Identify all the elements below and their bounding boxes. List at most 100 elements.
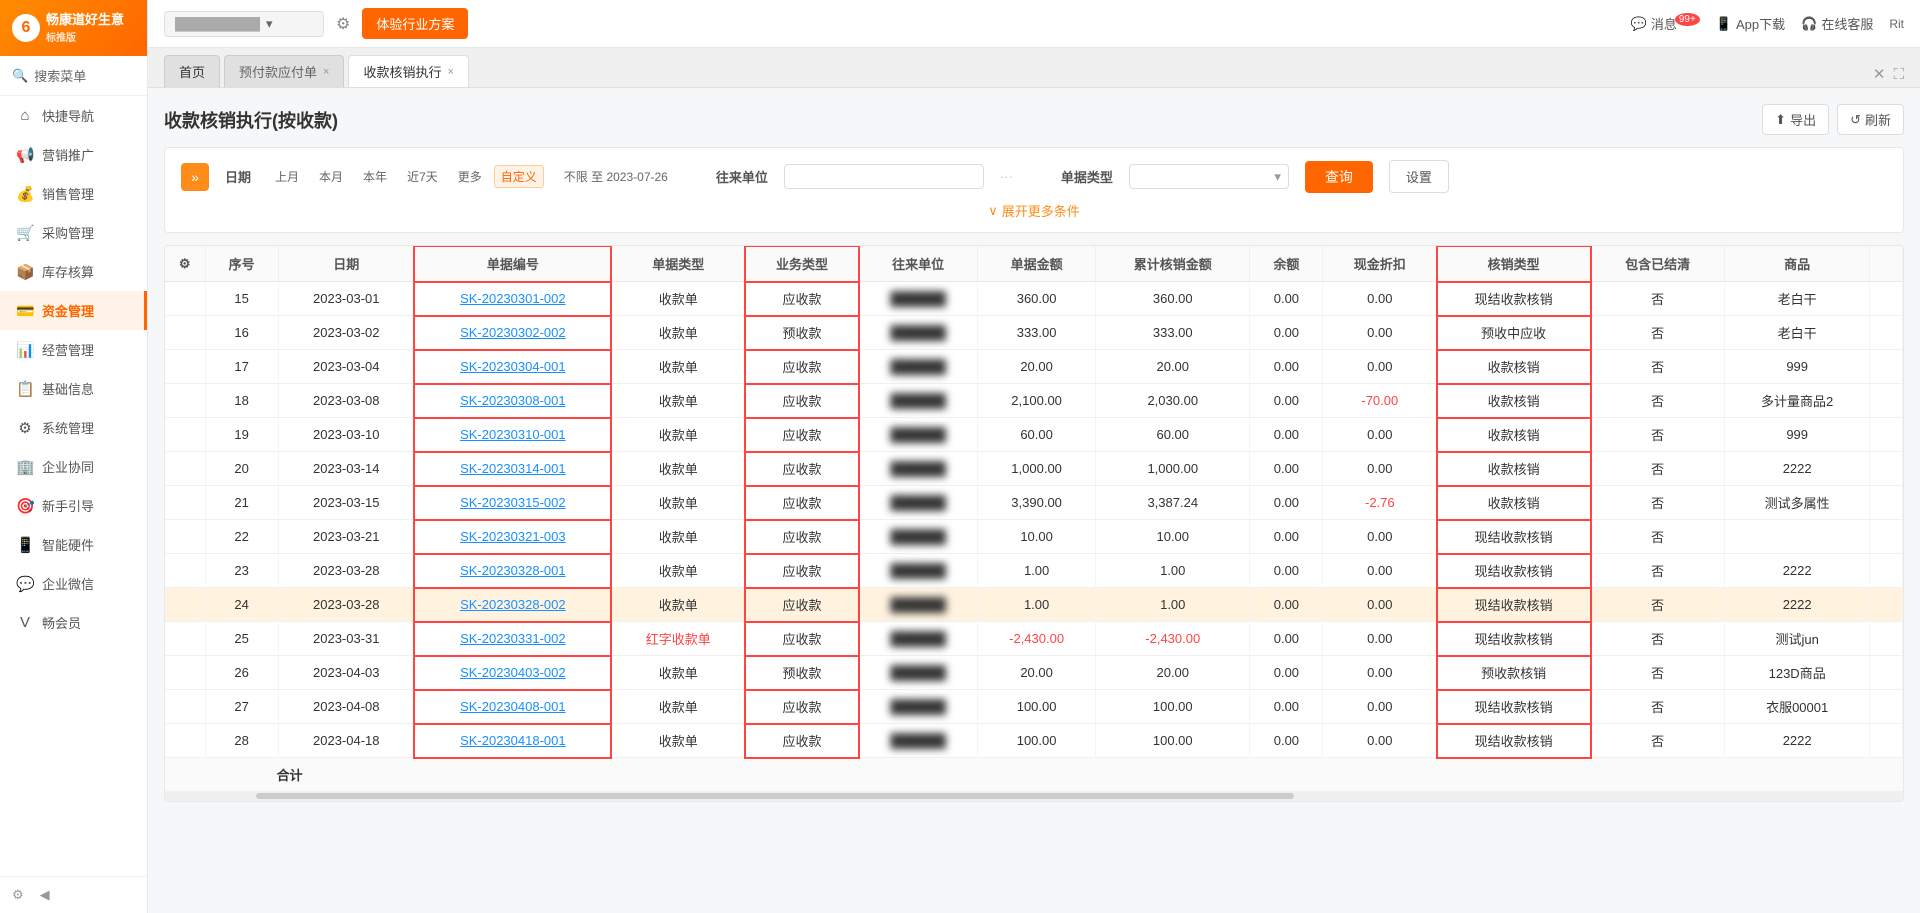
td-bill-no[interactable]: SK-20230331-002: [414, 622, 611, 656]
td-include-settled: 否: [1591, 316, 1725, 350]
td-bill-no[interactable]: SK-20230328-001: [414, 554, 611, 588]
tab-prepay[interactable]: 预付款应付单 ×: [224, 55, 344, 87]
th-biz-type[interactable]: 业务类型: [745, 246, 859, 282]
td-balance: 0.00: [1250, 350, 1323, 384]
sidebar-item-system[interactable]: ⚙ 系统管理: [0, 408, 147, 447]
th-partner[interactable]: 往来单位: [859, 246, 978, 282]
app-download-action[interactable]: 📱 App下载: [1716, 14, 1785, 33]
query-button[interactable]: 查询: [1305, 161, 1373, 193]
td-partner: ██████: [859, 418, 978, 452]
td-no: 18: [205, 384, 278, 418]
td-write-off-type: 现结收款核销: [1437, 282, 1591, 316]
th-amount[interactable]: 单据金额: [978, 246, 1096, 282]
sidebar-item-hardware[interactable]: 📱 智能硬件: [0, 525, 147, 564]
sidebar-item-wechat[interactable]: 💬 企业微信: [0, 564, 147, 603]
table-scrollbar[interactable]: [165, 791, 1903, 801]
sidebar-item-label: 库存核算: [42, 262, 94, 281]
sidebar-item-finance[interactable]: 💳 资金管理: [0, 291, 147, 330]
settings-icon[interactable]: ⚙: [12, 887, 24, 903]
td-bill-no[interactable]: SK-20230301-002: [414, 282, 611, 316]
th-write-off-type[interactable]: 核销类型: [1437, 246, 1591, 282]
sidebar-item-sales[interactable]: 💰 销售管理: [0, 174, 147, 213]
th-cash-discount[interactable]: 现金折扣: [1323, 246, 1437, 282]
prepay-tab-close[interactable]: ×: [323, 66, 329, 78]
online-service-action[interactable]: 🎧 在线客服: [1801, 14, 1873, 33]
td-bill-no[interactable]: SK-20230308-001: [414, 384, 611, 418]
search-menu[interactable]: 🔍 搜索菜单: [0, 56, 147, 96]
th-date[interactable]: 日期: [278, 246, 414, 282]
td-partner: ██████: [859, 384, 978, 418]
date-range-display: 不限 至 2023-07-26: [564, 168, 668, 185]
date-opt-more[interactable]: 更多: [450, 165, 490, 188]
sidebar-item-guide[interactable]: 🎯 新手引导: [0, 486, 147, 525]
th-goods[interactable]: 商品: [1725, 246, 1870, 282]
filter-expand[interactable]: ∨ 展开更多条件: [181, 201, 1887, 220]
td-balance: 0.00: [1250, 622, 1323, 656]
gear-icon[interactable]: ⚙: [336, 14, 350, 34]
collapse-icon[interactable]: ◀: [40, 887, 50, 903]
td-write-off-type: 现结收款核销: [1437, 690, 1591, 724]
table-footer: 合计: [165, 758, 1903, 792]
collect-tab-close[interactable]: ×: [447, 66, 453, 78]
partner-input[interactable]: [784, 164, 984, 189]
sidebar-item-basic[interactable]: 📋 基础信息: [0, 369, 147, 408]
td-goods: 老白干: [1725, 316, 1870, 350]
scrollbar-thumb[interactable]: [256, 793, 1294, 799]
td-bill-no[interactable]: SK-20230408-001: [414, 690, 611, 724]
sidebar-item-inventory[interactable]: 📦 库存核算: [0, 252, 147, 291]
refresh-button[interactable]: ↺ 刷新: [1837, 104, 1904, 135]
td-bill-no[interactable]: SK-20230310-001: [414, 418, 611, 452]
td-bill-type: 收款单: [611, 554, 745, 588]
th-include-settled[interactable]: 包含已结清: [1591, 246, 1725, 282]
bill-type-select[interactable]: [1129, 164, 1289, 189]
content-area: 收款核销执行(按收款) ⬆ 导出 ↺ 刷新 » 日期 上月 本月: [148, 88, 1920, 913]
close-all-icon[interactable]: ✕: [1873, 65, 1886, 83]
sidebar-item-corp[interactable]: 🏢 企业协同: [0, 447, 147, 486]
td-bill-no[interactable]: SK-20230321-003: [414, 520, 611, 554]
th-bill-no[interactable]: 单据编号: [414, 246, 611, 282]
maximize-icon[interactable]: ⛶: [1893, 66, 1904, 83]
logo-icon: 6: [12, 14, 40, 42]
settings-button[interactable]: 设置: [1389, 160, 1449, 193]
filter-toggle[interactable]: »: [181, 163, 209, 191]
td-amount: 1.00: [978, 588, 1096, 622]
td-bill-no[interactable]: SK-20230302-002: [414, 316, 611, 350]
date-opt-custom[interactable]: 自定义: [494, 165, 544, 188]
sidebar-item-quick-nav[interactable]: ⌂ 快捷导航: [0, 96, 147, 135]
sidebar-item-marketing[interactable]: 📢 营销推广: [0, 135, 147, 174]
th-balance[interactable]: 余额: [1250, 246, 1323, 282]
sidebar-item-label: 营销推广: [42, 145, 94, 164]
user-name[interactable]: Rit: [1889, 17, 1904, 31]
table-scroll[interactable]: ⚙ 序号 日期 单据编号 单据类型 业务类型 往来单位 单据金额 累计核销金额 …: [165, 246, 1903, 791]
th-accum-amount[interactable]: 累计核销金额: [1096, 246, 1250, 282]
td-balance: 0.00: [1250, 724, 1323, 758]
td-bill-no[interactable]: SK-20230314-001: [414, 452, 611, 486]
export-button[interactable]: ⬆ 导出: [1762, 104, 1829, 135]
tab-collect[interactable]: 收款核销执行 ×: [348, 55, 468, 87]
sidebar-item-purchase[interactable]: 🛒 采购管理: [0, 213, 147, 252]
message-badge: 99+: [1675, 13, 1700, 26]
sidebar-item-operations[interactable]: 📊 经营管理: [0, 330, 147, 369]
th-bill-type[interactable]: 单据类型: [611, 246, 745, 282]
date-opt-this-month[interactable]: 本月: [311, 165, 351, 188]
workspace-selector[interactable]: ██████████ ▾: [164, 11, 324, 37]
sidebar-item-member[interactable]: V 畅会员: [0, 603, 147, 642]
td-bill-no[interactable]: SK-20230315-002: [414, 486, 611, 520]
td-bill-no[interactable]: SK-20230328-002: [414, 588, 611, 622]
date-opt-this-year[interactable]: 本年: [355, 165, 395, 188]
td-bill-no[interactable]: SK-20230418-001: [414, 724, 611, 758]
solution-button[interactable]: 体验行业方案: [362, 8, 468, 39]
sidebar-item-label: 资金管理: [42, 301, 94, 320]
date-opt-last-month[interactable]: 上月: [267, 165, 307, 188]
td-date: 2023-03-14: [278, 452, 414, 486]
date-opt-7days[interactable]: 近7天: [399, 165, 446, 188]
th-gear[interactable]: ⚙: [165, 246, 205, 282]
td-bill-no[interactable]: SK-20230304-001: [414, 350, 611, 384]
tab-home[interactable]: 首页: [164, 55, 220, 87]
td-accum-amount: 60.00: [1096, 418, 1250, 452]
footer-settled: [1591, 758, 1725, 792]
td-cash-discount: 0.00: [1323, 316, 1437, 350]
date-filter-label: 日期: [225, 167, 251, 186]
td-bill-no[interactable]: SK-20230403-002: [414, 656, 611, 690]
message-action[interactable]: 💬 消息 99+: [1631, 14, 1700, 33]
